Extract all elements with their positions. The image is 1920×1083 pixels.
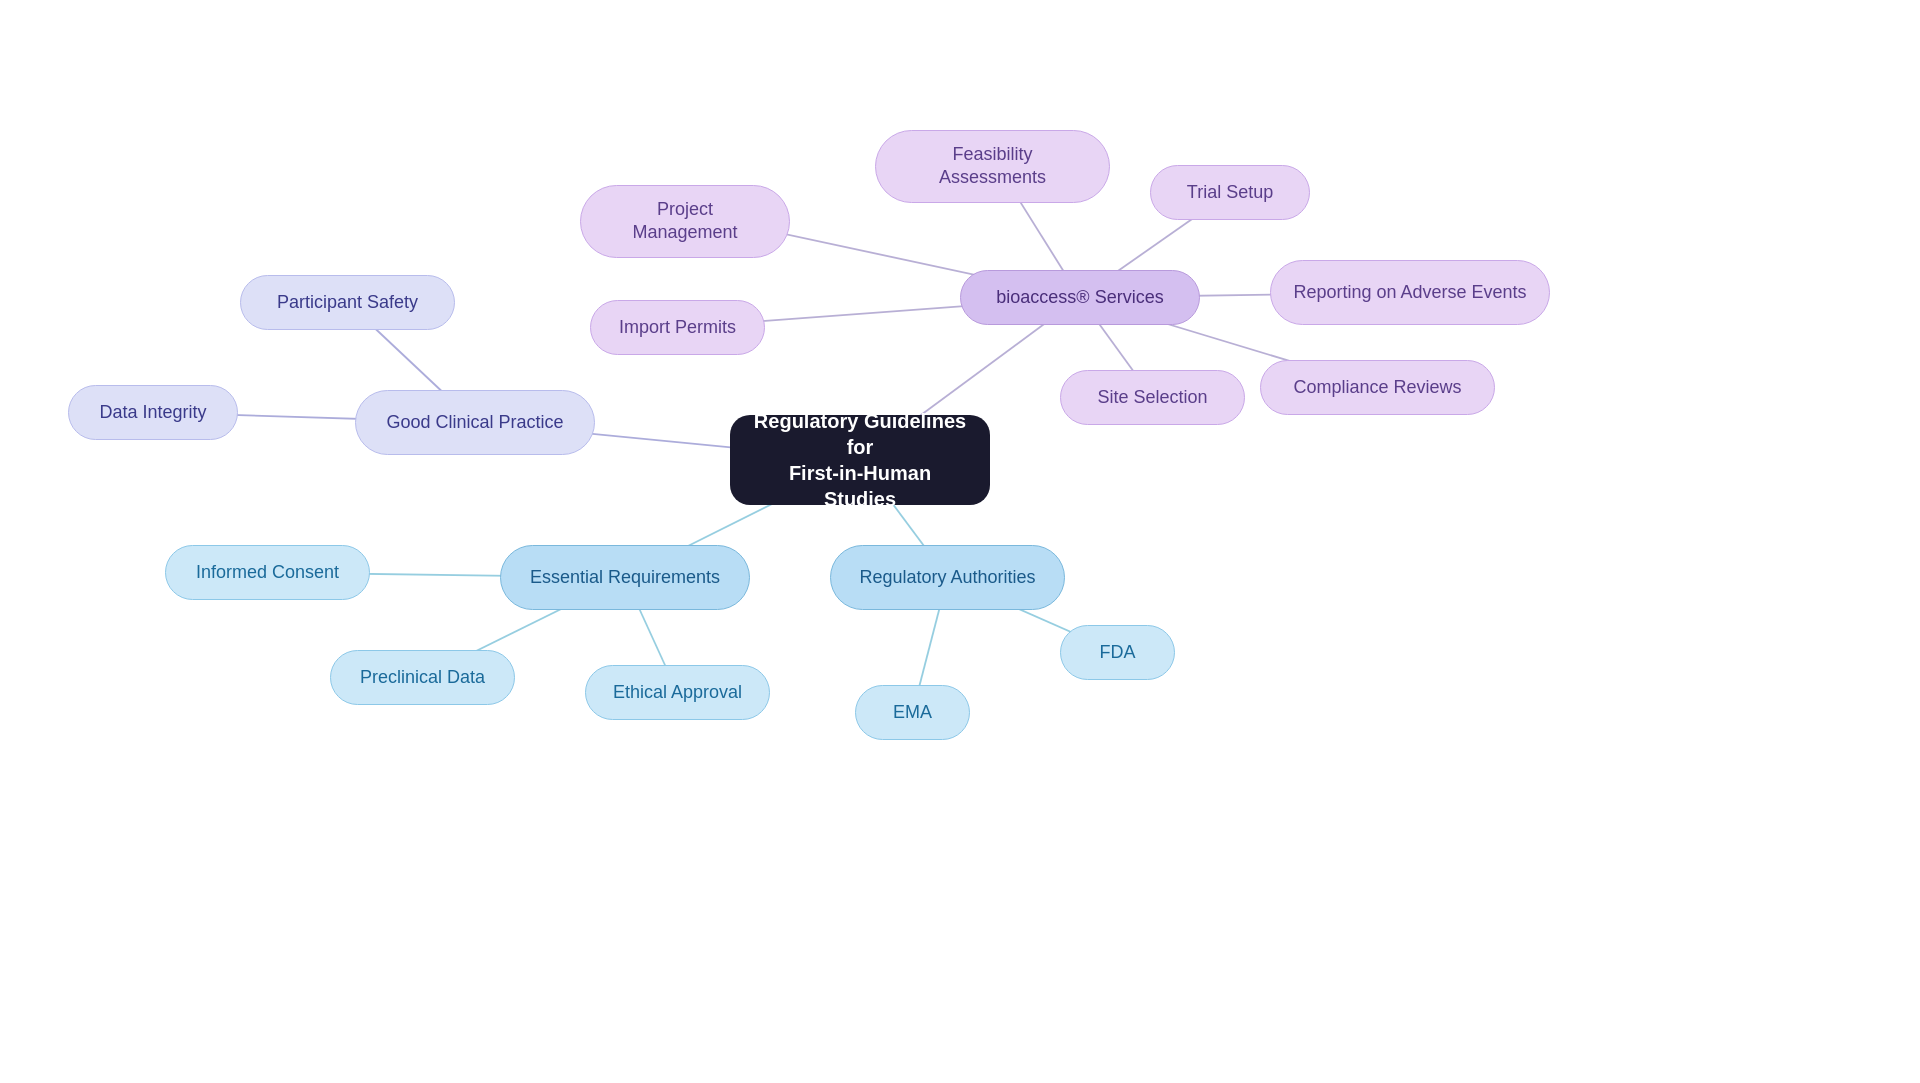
good-clinical-label: Good Clinical Practice bbox=[386, 411, 563, 434]
essential-req-node[interactable]: Essential Requirements bbox=[500, 545, 750, 610]
informed-consent-node[interactable]: Informed Consent bbox=[165, 545, 370, 600]
informed-consent-label: Informed Consent bbox=[196, 561, 339, 584]
reg-auth-node[interactable]: Regulatory Authorities bbox=[830, 545, 1065, 610]
ethical-node[interactable]: Ethical Approval bbox=[585, 665, 770, 720]
reg-auth-label: Regulatory Authorities bbox=[859, 566, 1035, 589]
ema-node[interactable]: EMA bbox=[855, 685, 970, 740]
feasibility-label: Feasibility Assessments bbox=[898, 143, 1087, 190]
data-integrity-node[interactable]: Data Integrity bbox=[68, 385, 238, 440]
essential-req-label: Essential Requirements bbox=[530, 566, 720, 589]
site-selection-node[interactable]: Site Selection bbox=[1060, 370, 1245, 425]
trial-setup-label: Trial Setup bbox=[1187, 181, 1273, 204]
good-clinical-node[interactable]: Good Clinical Practice bbox=[355, 390, 595, 455]
compliance-label: Compliance Reviews bbox=[1293, 376, 1461, 399]
fda-label: FDA bbox=[1100, 641, 1136, 664]
import-permits-node[interactable]: Import Permits bbox=[590, 300, 765, 355]
bioaccess-label: bioaccess® Services bbox=[996, 286, 1163, 309]
feasibility-node[interactable]: Feasibility Assessments bbox=[875, 130, 1110, 203]
ethical-label: Ethical Approval bbox=[613, 681, 742, 704]
reporting-node[interactable]: Reporting on Adverse Events bbox=[1270, 260, 1550, 325]
center-label: Regulatory Guidelines for First-in-Human… bbox=[752, 408, 968, 512]
bioaccess-node[interactable]: bioaccess® Services bbox=[960, 270, 1200, 325]
preclinical-node[interactable]: Preclinical Data bbox=[330, 650, 515, 705]
compliance-node[interactable]: Compliance Reviews bbox=[1260, 360, 1495, 415]
site-selection-label: Site Selection bbox=[1097, 386, 1207, 409]
data-integrity-label: Data Integrity bbox=[99, 401, 206, 424]
reporting-label: Reporting on Adverse Events bbox=[1293, 281, 1526, 304]
trial-setup-node[interactable]: Trial Setup bbox=[1150, 165, 1310, 220]
participant-safety-node[interactable]: Participant Safety bbox=[240, 275, 455, 330]
import-permits-label: Import Permits bbox=[619, 316, 736, 339]
participant-safety-label: Participant Safety bbox=[277, 291, 418, 314]
project-management-label: Project Management bbox=[603, 198, 767, 245]
center-node[interactable]: Regulatory Guidelines for First-in-Human… bbox=[730, 415, 990, 505]
preclinical-label: Preclinical Data bbox=[360, 666, 485, 689]
ema-label: EMA bbox=[893, 701, 932, 724]
fda-node[interactable]: FDA bbox=[1060, 625, 1175, 680]
project-management-node[interactable]: Project Management bbox=[580, 185, 790, 258]
